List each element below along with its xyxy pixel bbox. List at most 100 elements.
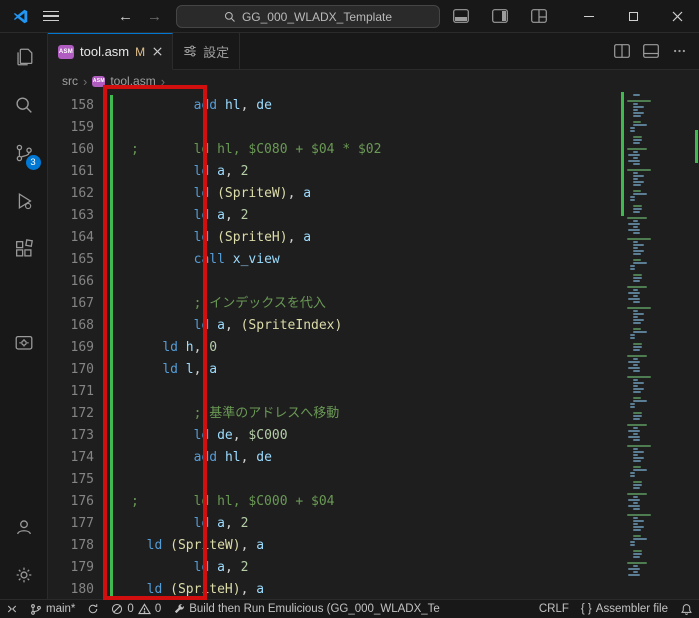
line-number[interactable]: 177	[48, 513, 94, 535]
more-actions-icon[interactable]	[672, 44, 687, 58]
remote-indicator-icon[interactable]	[0, 600, 24, 618]
minimap-line	[632, 121, 641, 123]
line-number[interactable]: 169	[48, 337, 94, 359]
sidebar-item-source-control[interactable]: 3	[0, 129, 48, 177]
sidebar-item-run-debug[interactable]	[0, 177, 48, 225]
line-number[interactable]: 162	[48, 183, 94, 205]
line-number[interactable]: 171	[48, 381, 94, 403]
minimap-line	[632, 520, 644, 522]
build-task-label: Build then Run Emulicious (GG_000_WLADX_…	[189, 603, 440, 615]
minimap-line	[632, 316, 638, 318]
minimap-line	[632, 433, 638, 435]
close-button[interactable]	[655, 0, 699, 33]
code-line[interactable]: 162 ld (SpriteW), a	[48, 183, 699, 205]
minimap-line	[627, 283, 693, 285]
minimap-line	[627, 286, 647, 288]
toggle-secondary-sidebar-icon[interactable]	[486, 4, 514, 28]
code-line[interactable]: 161 ld a, 2	[48, 161, 699, 183]
minimap-line	[632, 349, 641, 351]
line-number[interactable]: 176	[48, 491, 94, 513]
line-number[interactable]: 175	[48, 469, 94, 491]
code-line[interactable]: 179 ld a, 2	[48, 557, 699, 579]
code-line[interactable]: 170 ld l, a	[48, 359, 699, 381]
code-line[interactable]: 172 ; 基準のアドレスへ移動	[48, 403, 699, 425]
code-line[interactable]: 163 ld a, 2	[48, 205, 699, 227]
line-number[interactable]: 174	[48, 447, 94, 469]
problems-item[interactable]: 0 0	[105, 600, 167, 618]
sidebar-item-custom-extension[interactable]	[0, 319, 48, 367]
code-line[interactable]: 158 add hl, de	[48, 95, 699, 117]
editor[interactable]: 158 add hl, de 159 160; ld hl, $C080 + $04…	[48, 92, 699, 599]
line-number[interactable]: 161	[48, 161, 94, 183]
minimap-line	[628, 367, 640, 369]
sidebar-item-explorer[interactable]	[0, 33, 48, 81]
customize-layout-icon[interactable]	[525, 4, 553, 28]
line-number[interactable]: 180	[48, 579, 94, 599]
minimap-line	[627, 355, 647, 357]
code-line[interactable]: 167 ; インデックスを代入	[48, 293, 699, 315]
git-branch-item[interactable]: main*	[24, 600, 81, 618]
code-line[interactable]: 165 call x_view	[48, 249, 699, 271]
breadcrumb-item-file[interactable]: tool.asm	[110, 74, 155, 88]
toggle-panel-icon[interactable]	[447, 4, 475, 28]
command-center[interactable]: GG_000_WLADX_Template	[176, 5, 440, 28]
breadcrumb-item-src[interactable]: src	[62, 74, 78, 88]
settings-gear-icon[interactable]	[0, 551, 48, 599]
sidebar-item-extensions[interactable]	[0, 225, 48, 273]
code-line[interactable]: 171	[48, 381, 699, 403]
minimap-line	[627, 376, 651, 378]
close-tab-icon[interactable]	[153, 47, 162, 56]
code-line[interactable]: 174 add hl, de	[48, 447, 699, 469]
code-line[interactable]: 173 ld de, $C000	[48, 425, 699, 447]
line-number[interactable]: 165	[48, 249, 94, 271]
notifications-bell-icon[interactable]	[674, 600, 699, 618]
line-number[interactable]: 158	[48, 95, 94, 117]
code-line[interactable]: 160 ; ld hl, $C080 + $04 * $02	[48, 139, 699, 161]
tab-settings[interactable]: 設定	[173, 33, 241, 69]
editor-layout-icon[interactable]	[643, 44, 659, 58]
minimap[interactable]	[621, 92, 693, 599]
forward-button[interactable]: →	[147, 8, 162, 25]
minimap-line	[632, 328, 641, 330]
line-number[interactable]: 160	[48, 139, 94, 161]
line-number[interactable]: 167	[48, 293, 94, 315]
split-editor-icon[interactable]	[614, 44, 630, 58]
code-line[interactable]: 176 ; ld hl, $C000 + $04	[48, 491, 699, 513]
code-line[interactable]: 178 ld (SpriteW), a	[48, 535, 699, 557]
line-number[interactable]: 164	[48, 227, 94, 249]
minimap-line	[632, 412, 642, 414]
code-line[interactable]: 166	[48, 271, 699, 293]
sidebar-item-search[interactable]	[0, 81, 48, 129]
tab-tool-asm[interactable]: ASM tool.asm M	[48, 33, 174, 70]
code-line[interactable]: 168 ld a, (SpriteIndex)	[48, 315, 699, 337]
minimap-line	[628, 298, 640, 300]
code-line[interactable]: 175	[48, 469, 699, 491]
minimap-line	[632, 388, 644, 390]
line-number[interactable]: 168	[48, 315, 94, 337]
line-number[interactable]: 166	[48, 271, 94, 293]
line-number[interactable]: 159	[48, 117, 94, 139]
minimap-line	[629, 337, 636, 339]
sync-changes-icon[interactable]	[81, 600, 105, 618]
minimap-line	[632, 448, 638, 450]
eol-indicator[interactable]: CRLF	[533, 600, 575, 618]
code-text: ld (SpriteH), a	[193, 230, 312, 245]
build-task-item[interactable]: Build then Run Emulicious (GG_000_WLADX_…	[167, 600, 446, 618]
code-line[interactable]: 164 ld (SpriteH), a	[48, 227, 699, 249]
line-number[interactable]: 179	[48, 557, 94, 579]
line-number[interactable]: 173	[48, 425, 94, 447]
code-line[interactable]: 159	[48, 117, 699, 139]
language-mode-item[interactable]: { } Assembler file	[575, 600, 674, 618]
line-number[interactable]: 178	[48, 535, 94, 557]
code-line[interactable]: 177 ld a, 2	[48, 513, 699, 535]
minimize-button[interactable]	[567, 0, 611, 33]
menu-icon[interactable]	[43, 10, 59, 22]
code-line[interactable]: 169 ld h, 0	[48, 337, 699, 359]
code-line[interactable]: 180 ld (SpriteH), a	[48, 579, 699, 599]
back-button[interactable]: ←	[118, 8, 133, 25]
line-number[interactable]: 172	[48, 403, 94, 425]
line-number[interactable]: 163	[48, 205, 94, 227]
line-number[interactable]: 170	[48, 359, 94, 381]
accounts-icon[interactable]	[0, 503, 48, 551]
maximize-button[interactable]	[611, 0, 655, 33]
